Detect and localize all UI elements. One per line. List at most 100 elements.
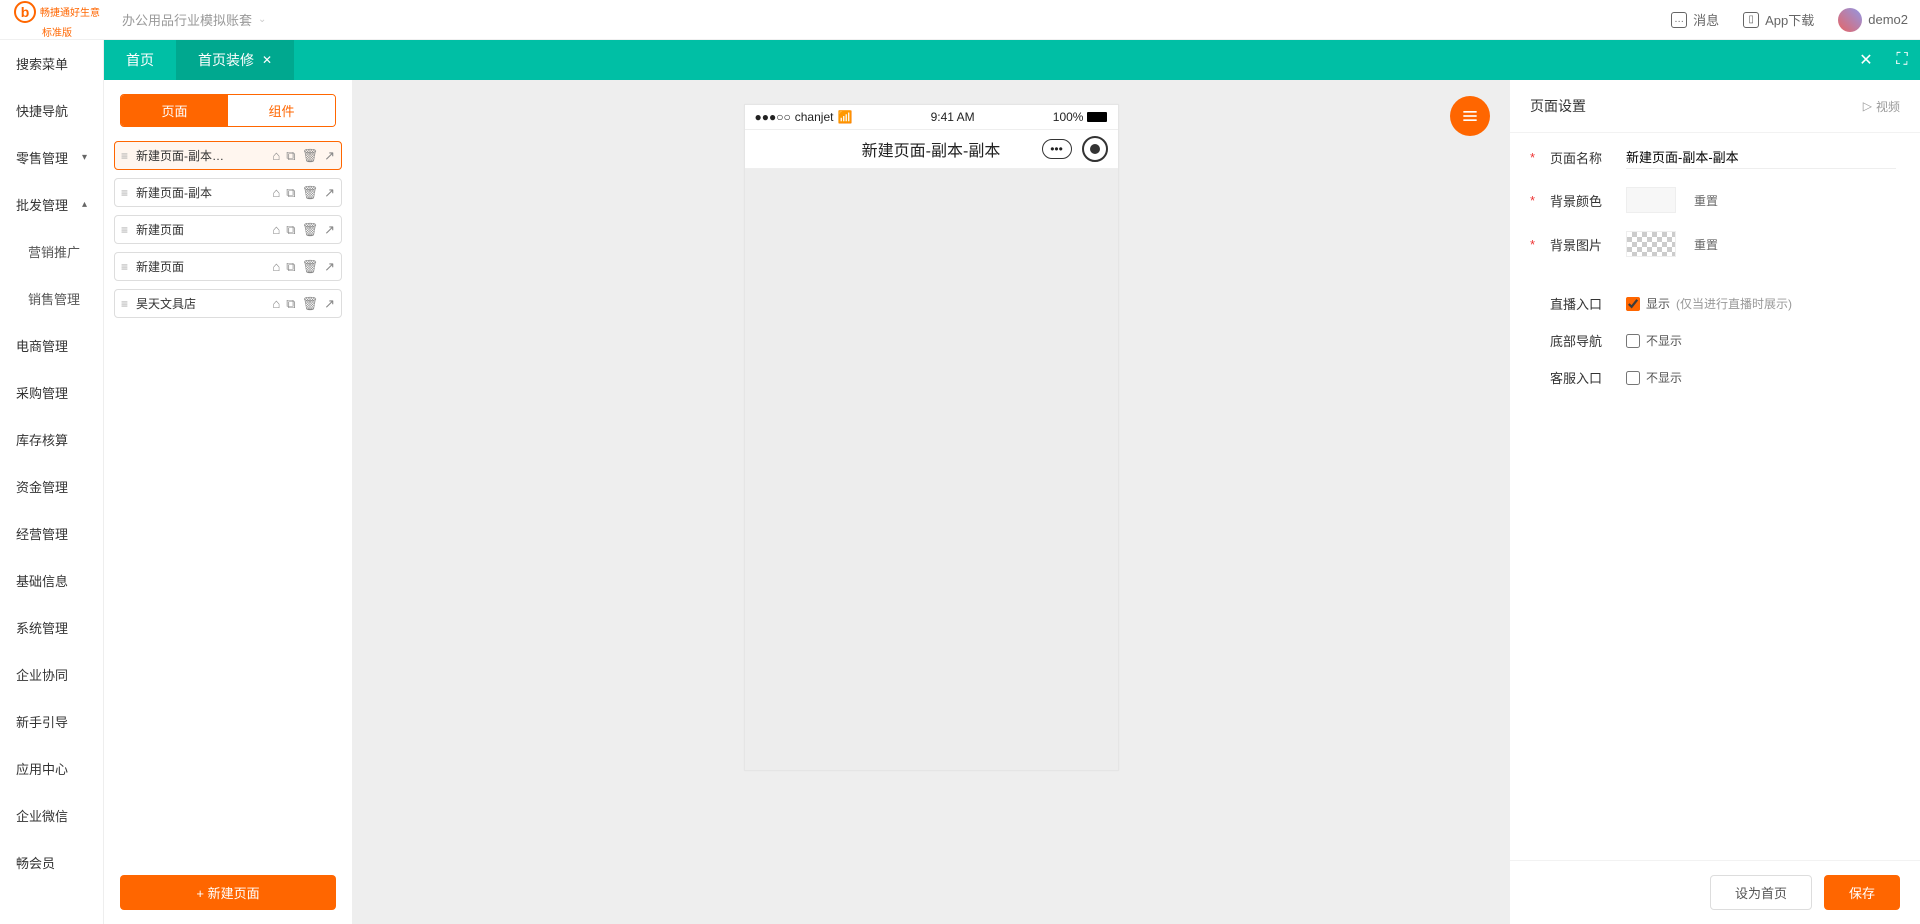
sidebar-item-marketing[interactable]: 营销推广	[0, 228, 103, 275]
page-name-input[interactable]	[1626, 145, 1896, 169]
home-icon[interactable]: ⌂	[272, 296, 280, 312]
close-icon[interactable]: ✕	[262, 53, 272, 67]
sidebar-item-quicknav[interactable]: 快捷导航	[0, 87, 103, 134]
sidebar-item-inventory[interactable]: 库存核算	[0, 416, 103, 463]
home-icon[interactable]: ⌂	[272, 148, 280, 164]
bottom-nav-checkbox[interactable]: 不显示	[1626, 332, 1682, 349]
video-help-link[interactable]: ▷ 视频	[1863, 98, 1900, 115]
page-row[interactable]: ≡ 昊天文具店 ⌂⧉🗑↗	[114, 289, 342, 318]
edition-badge: 标准版	[42, 24, 72, 39]
sidebar-item-wecom[interactable]: 企业微信	[0, 792, 103, 839]
save-button[interactable]: 保存	[1824, 875, 1900, 910]
messages-link[interactable]: … 消息	[1671, 10, 1719, 29]
sidebar-item-collab[interactable]: 企业协同	[0, 651, 103, 698]
miniprogram-close-icon[interactable]	[1082, 136, 1108, 162]
close-all-button[interactable]: ✕	[1848, 40, 1884, 80]
copy-icon[interactable]: ⧉	[286, 259, 295, 275]
signal-icon: ●●●○○	[755, 110, 791, 124]
page-name-label: 页面名称	[1550, 148, 1612, 167]
brand-logo: b 畅捷通好生意 标准版	[12, 1, 102, 39]
phone-body[interactable]	[745, 169, 1118, 770]
live-entry-hint: (仅当进行直播时展示)	[1676, 295, 1792, 312]
menu-fab[interactable]	[1450, 96, 1490, 136]
play-icon: ▷	[1863, 99, 1872, 113]
delete-icon[interactable]: 🗑	[302, 222, 319, 238]
copy-icon[interactable]: ⧉	[286, 296, 295, 312]
app-download-link[interactable]: ▯ App下载	[1743, 10, 1814, 29]
sidebar-item-ecommerce[interactable]: 电商管理	[0, 322, 103, 369]
avatar	[1838, 8, 1862, 32]
new-page-button[interactable]: + 新建页面	[120, 875, 336, 910]
delete-icon[interactable]: 🗑	[302, 259, 319, 275]
bg-color-label: 背景颜色	[1550, 191, 1612, 210]
share-icon[interactable]: ↗	[324, 185, 335, 201]
sidebar-item-purchase[interactable]: 采购管理	[0, 369, 103, 416]
drag-handle-icon[interactable]: ≡	[121, 297, 128, 311]
phone-page-title: 新建页面-副本-副本	[862, 137, 1001, 161]
drag-handle-icon[interactable]: ≡	[121, 186, 128, 200]
share-icon[interactable]: ↗	[324, 296, 335, 312]
bg-image-reset[interactable]: 重置	[1690, 236, 1722, 253]
sidebar-item-basicinfo[interactable]: 基础信息	[0, 557, 103, 604]
page-row[interactable]: ≡ 新建页面 ⌂⧉🗑↗	[114, 215, 342, 244]
home-icon[interactable]: ⌂	[272, 222, 280, 238]
account-dropdown[interactable]: 办公用品行业模拟账套 ⌄	[122, 10, 266, 29]
set-home-button[interactable]: 设为首页	[1710, 875, 1812, 910]
home-icon[interactable]: ⌂	[272, 259, 280, 275]
page-list-panel: 页面 组件 ≡ 新建页面-副本… ⌂ ⧉ 🗑 ↗	[104, 80, 352, 924]
fullscreen-button[interactable]: ⛶	[1884, 40, 1920, 80]
sidebar-item-appcenter[interactable]: 应用中心	[0, 745, 103, 792]
service-entry-checkbox[interactable]: 不显示	[1626, 369, 1682, 386]
tabs-bar: 首页 首页装修 ✕ ✕ ⛶	[104, 40, 1920, 80]
sidebar-item-guide[interactable]: 新手引导	[0, 698, 103, 745]
home-icon[interactable]: ⌂	[272, 185, 280, 201]
sidebar-item-finance[interactable]: 资金管理	[0, 463, 103, 510]
delete-icon[interactable]: 🗑	[302, 185, 319, 201]
required-icon: *	[1530, 237, 1536, 252]
segment-control: 页面 组件	[120, 94, 336, 127]
wifi-icon: 📶	[837, 110, 852, 124]
delete-icon[interactable]: 🗑	[302, 296, 319, 312]
page-name: 新建页面	[136, 258, 264, 275]
drag-handle-icon[interactable]: ≡	[121, 260, 128, 274]
settings-panel: 页面设置 ▷ 视频 * 页面名称 *	[1510, 80, 1920, 924]
bg-color-reset[interactable]: 重置	[1690, 192, 1722, 209]
settings-title: 页面设置	[1530, 96, 1586, 116]
copy-icon[interactable]: ⧉	[286, 222, 295, 238]
page-name: 新建页面-副本	[136, 184, 264, 201]
tab-home[interactable]: 首页	[104, 40, 176, 80]
sidebar-item-sales[interactable]: 销售管理	[0, 275, 103, 322]
bg-image-label: 背景图片	[1550, 235, 1612, 254]
page-name: 新建页面-副本…	[136, 147, 264, 164]
page-row[interactable]: ≡ 新建页面-副本 ⌂ ⧉ 🗑 ↗	[114, 178, 342, 207]
sidebar-item-search[interactable]: 搜索菜单	[0, 40, 103, 87]
delete-icon[interactable]: 🗑	[302, 148, 319, 164]
share-icon[interactable]: ↗	[324, 259, 335, 275]
sidebar-item-member[interactable]: 畅会员	[0, 839, 103, 886]
brand-name: 畅捷通好生意	[40, 4, 100, 19]
copy-icon[interactable]: ⧉	[286, 185, 295, 201]
sidebar-item-wholesale[interactable]: 批发管理▴	[0, 181, 103, 228]
sidebar-item-system[interactable]: 系统管理	[0, 604, 103, 651]
miniprogram-menu-icon[interactable]: •••	[1042, 139, 1072, 159]
bg-color-swatch[interactable]	[1626, 187, 1676, 213]
segment-pages[interactable]: 页面	[121, 95, 228, 126]
share-icon[interactable]: ↗	[324, 148, 335, 164]
bg-image-picker[interactable]	[1626, 231, 1676, 257]
drag-handle-icon[interactable]: ≡	[121, 149, 128, 163]
tab-decorator[interactable]: 首页装修 ✕	[176, 40, 294, 80]
page-row[interactable]: ≡ 新建页面-副本… ⌂ ⧉ 🗑 ↗	[114, 141, 342, 170]
drag-handle-icon[interactable]: ≡	[121, 223, 128, 237]
segment-components[interactable]: 组件	[228, 95, 335, 126]
top-bar: b 畅捷通好生意 标准版 办公用品行业模拟账套 ⌄ … 消息 ▯ App下载 d…	[0, 0, 1920, 40]
share-icon[interactable]: ↗	[324, 222, 335, 238]
page-row[interactable]: ≡ 新建页面 ⌂ ⧉ 🗑 ↗	[114, 252, 342, 281]
copy-icon[interactable]: ⧉	[286, 148, 295, 164]
user-menu[interactable]: demo2	[1838, 8, 1908, 32]
sidebar-item-retail[interactable]: 零售管理▾	[0, 134, 103, 181]
live-entry-checkbox[interactable]: 显示 (仅当进行直播时展示)	[1626, 295, 1792, 312]
phone-title-bar: 新建页面-副本-副本 •••	[745, 129, 1118, 169]
sidebar-item-operation[interactable]: 经营管理	[0, 510, 103, 557]
phone-time: 9:41 AM	[931, 110, 975, 124]
sidebar: 搜索菜单 快捷导航 零售管理▾ 批发管理▴ 营销推广 销售管理 电商管理 采购管…	[0, 40, 104, 924]
